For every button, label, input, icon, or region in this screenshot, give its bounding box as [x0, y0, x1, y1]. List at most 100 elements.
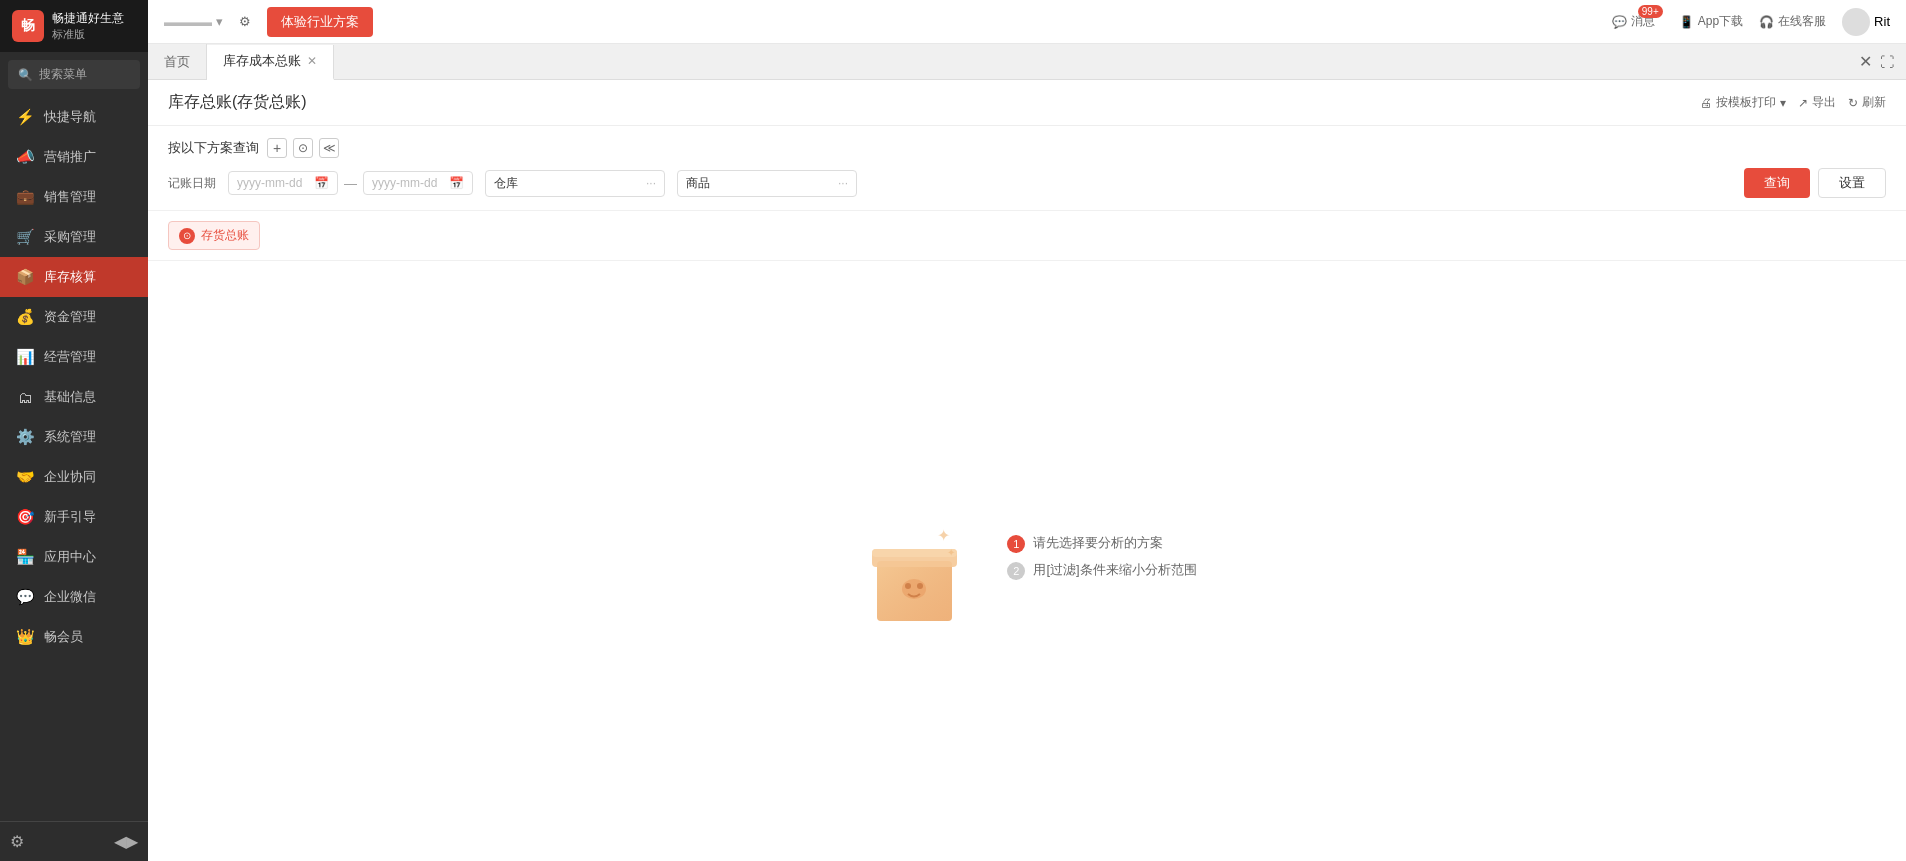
- scheme-panel: ⊙ 存货总账: [148, 211, 1906, 261]
- collapse-sidebar-btn[interactable]: ◀▶: [114, 832, 138, 851]
- search-label: 搜索菜单: [39, 66, 87, 83]
- sidebar-item-quick-nav[interactable]: ⚡ 快捷导航: [0, 97, 148, 137]
- date-separator: —: [344, 176, 357, 191]
- user-menu-btn[interactable]: Rit: [1842, 8, 1890, 36]
- svg-rect-3: [872, 549, 957, 557]
- print-btn[interactable]: 🖨 按模板打印 ▾: [1700, 94, 1786, 111]
- support-icon: 🎧: [1759, 15, 1774, 29]
- sidebar-item-finance[interactable]: 💰 资金管理: [0, 297, 148, 337]
- sidebar-item-operation[interactable]: 📊 经营管理: [0, 337, 148, 377]
- filter-collapse-btn[interactable]: ⊙: [293, 138, 313, 158]
- filter-arrows-btn[interactable]: ≪: [319, 138, 339, 158]
- empty-inner: ✦ ✦: [857, 501, 1196, 621]
- sidebar-item-label: 库存核算: [44, 268, 96, 286]
- scheme-label: 存货总账: [201, 227, 249, 244]
- finance-icon: 💰: [16, 308, 34, 326]
- sidebar-item-appstore[interactable]: 🏪 应用中心: [0, 537, 148, 577]
- topbar-settings-btn[interactable]: ⚙: [231, 8, 259, 36]
- empty-step1: 1 请先选择要分析的方案: [1007, 534, 1196, 553]
- query-btn[interactable]: 查询: [1744, 168, 1810, 198]
- export-icon: ↗: [1798, 96, 1808, 110]
- newbie-icon: 🎯: [16, 508, 34, 526]
- app-icon: 📱: [1679, 15, 1694, 29]
- refresh-btn[interactable]: ↻ 刷新: [1848, 94, 1886, 111]
- warehouse-more-icon: ···: [646, 176, 656, 190]
- sidebar-search[interactable]: 🔍 搜索菜单: [8, 60, 140, 89]
- inventory-icon: 📦: [16, 268, 34, 286]
- sidebar-item-label: 系统管理: [44, 428, 96, 446]
- message-btn[interactable]: 💬 消息 99+: [1612, 13, 1655, 30]
- sidebar-item-label: 企业微信: [44, 588, 96, 606]
- goods-select[interactable]: 商品 ···: [677, 170, 857, 197]
- tab-close-btn[interactable]: ✕: [307, 54, 317, 68]
- tab-inventory-cost-label: 库存成本总账: [223, 52, 301, 70]
- sidebar-item-coop[interactable]: 🤝 企业协同: [0, 457, 148, 497]
- step2-text: 用[过滤]条件来缩小分析范围: [1033, 561, 1196, 579]
- sidebar-menu: 🔍 搜索菜单 ⚡ 快捷导航 📣 营销推广 💼 销售管理 🛒 采购管理 📦 库存核…: [0, 52, 148, 821]
- search-icon: 🔍: [18, 68, 33, 82]
- svg-text:✦: ✦: [947, 547, 955, 558]
- topbar: ▬▬▬▬ ▾ ⚙ 体验行业方案 💬 消息 99+ 📱 App下载 🎧 在线客服: [148, 0, 1906, 44]
- settings-footer-btn[interactable]: ⚙: [10, 832, 24, 851]
- tab-inventory-cost[interactable]: 库存成本总账 ✕: [207, 45, 334, 80]
- appstore-icon: 🏪: [16, 548, 34, 566]
- purchase-icon: 🛒: [16, 228, 34, 246]
- export-btn[interactable]: ↗ 导出: [1798, 94, 1836, 111]
- resize-btn[interactable]: ⛶: [1880, 54, 1894, 70]
- quick-nav-icon: ⚡: [16, 108, 34, 126]
- empty-state: ✦ ✦: [148, 261, 1906, 861]
- sidebar-item-purchase[interactable]: 🛒 采购管理: [0, 217, 148, 257]
- sidebar-item-marketing[interactable]: 📣 营销推广: [0, 137, 148, 177]
- tab-home-label: 首页: [164, 53, 190, 71]
- date-to-input[interactable]: yyyy-mm-dd 📅: [363, 171, 473, 195]
- chevron-down-icon: ▾: [216, 14, 223, 29]
- app-title: 畅捷通好生意 标准版: [52, 11, 124, 41]
- empty-illustration: ✦ ✦: [857, 501, 977, 621]
- sidebar-item-label: 企业协同: [44, 468, 96, 486]
- settings-btn[interactable]: 设置: [1818, 168, 1886, 198]
- step1-text: 请先选择要分析的方案: [1033, 534, 1163, 552]
- refresh-label: 刷新: [1862, 94, 1886, 111]
- sidebar-item-newbie[interactable]: 🎯 新手引导: [0, 497, 148, 537]
- industry-btn[interactable]: 体验行业方案: [267, 7, 373, 37]
- operation-icon: 📊: [16, 348, 34, 366]
- svg-point-8: [917, 583, 923, 589]
- tab-home[interactable]: 首页: [148, 44, 207, 79]
- empty-step2: 2 用[过滤]条件来缩小分析范围: [1007, 561, 1196, 580]
- page-title: 库存总账(存货总账): [168, 92, 307, 113]
- sidebar-item-basic[interactable]: 🗂 基础信息: [0, 377, 148, 417]
- print-dropdown-icon: ▾: [1780, 96, 1786, 110]
- sidebar-item-sales[interactable]: 💼 销售管理: [0, 177, 148, 217]
- sidebar-item-system[interactable]: ⚙️ 系统管理: [0, 417, 148, 457]
- online-support-btn[interactable]: 🎧 在线客服: [1759, 13, 1826, 30]
- date-to-placeholder: yyyy-mm-dd: [372, 176, 437, 190]
- coop-icon: 🤝: [16, 468, 34, 486]
- app-download-btn[interactable]: 📱 App下载: [1679, 13, 1743, 30]
- warehouse-select[interactable]: 仓库 ···: [485, 170, 665, 197]
- filter-title-text: 按以下方案查询: [168, 139, 259, 157]
- svg-text:✦: ✦: [937, 527, 950, 544]
- date-range-input: yyyy-mm-dd 📅 — yyyy-mm-dd 📅: [228, 171, 473, 195]
- support-label: 在线客服: [1778, 13, 1826, 30]
- filter-add-btn[interactable]: +: [267, 138, 287, 158]
- sidebar-item-inventory[interactable]: 📦 库存核算: [0, 257, 148, 297]
- page-header-actions: 🖨 按模板打印 ▾ ↗ 导出 ↻ 刷新: [1700, 94, 1886, 111]
- close-panel-btn[interactable]: ✕: [1859, 52, 1872, 71]
- sidebar-header: 畅 畅捷通好生意 标准版: [0, 0, 148, 52]
- marketing-icon: 📣: [16, 148, 34, 166]
- message-badge: 99+: [1638, 5, 1663, 18]
- sidebar-item-label: 新手引导: [44, 508, 96, 526]
- content-area: 库存总账(存货总账) 🖨 按模板打印 ▾ ↗ 导出 ↻ 刷新: [148, 80, 1906, 861]
- scheme-item[interactable]: ⊙ 存货总账: [168, 221, 260, 250]
- system-icon: ⚙️: [16, 428, 34, 446]
- date-from-input[interactable]: yyyy-mm-dd 📅: [228, 171, 338, 195]
- tab-panel-close: ✕ ⛶: [1859, 52, 1906, 71]
- sidebar-item-wechat[interactable]: 💬 企业微信: [0, 577, 148, 617]
- topbar-dropdown[interactable]: ▬▬▬▬ ▾: [164, 14, 223, 29]
- member-icon: 👑: [16, 628, 34, 646]
- dropdown-label: ▬▬▬▬: [164, 15, 212, 29]
- sidebar-item-member[interactable]: 👑 畅会员: [0, 617, 148, 657]
- sidebar-item-label: 快捷导航: [44, 108, 96, 126]
- empty-text: 1 请先选择要分析的方案 2 用[过滤]条件来缩小分析范围: [1007, 534, 1196, 588]
- empty-box-svg: ✦ ✦: [857, 501, 977, 621]
